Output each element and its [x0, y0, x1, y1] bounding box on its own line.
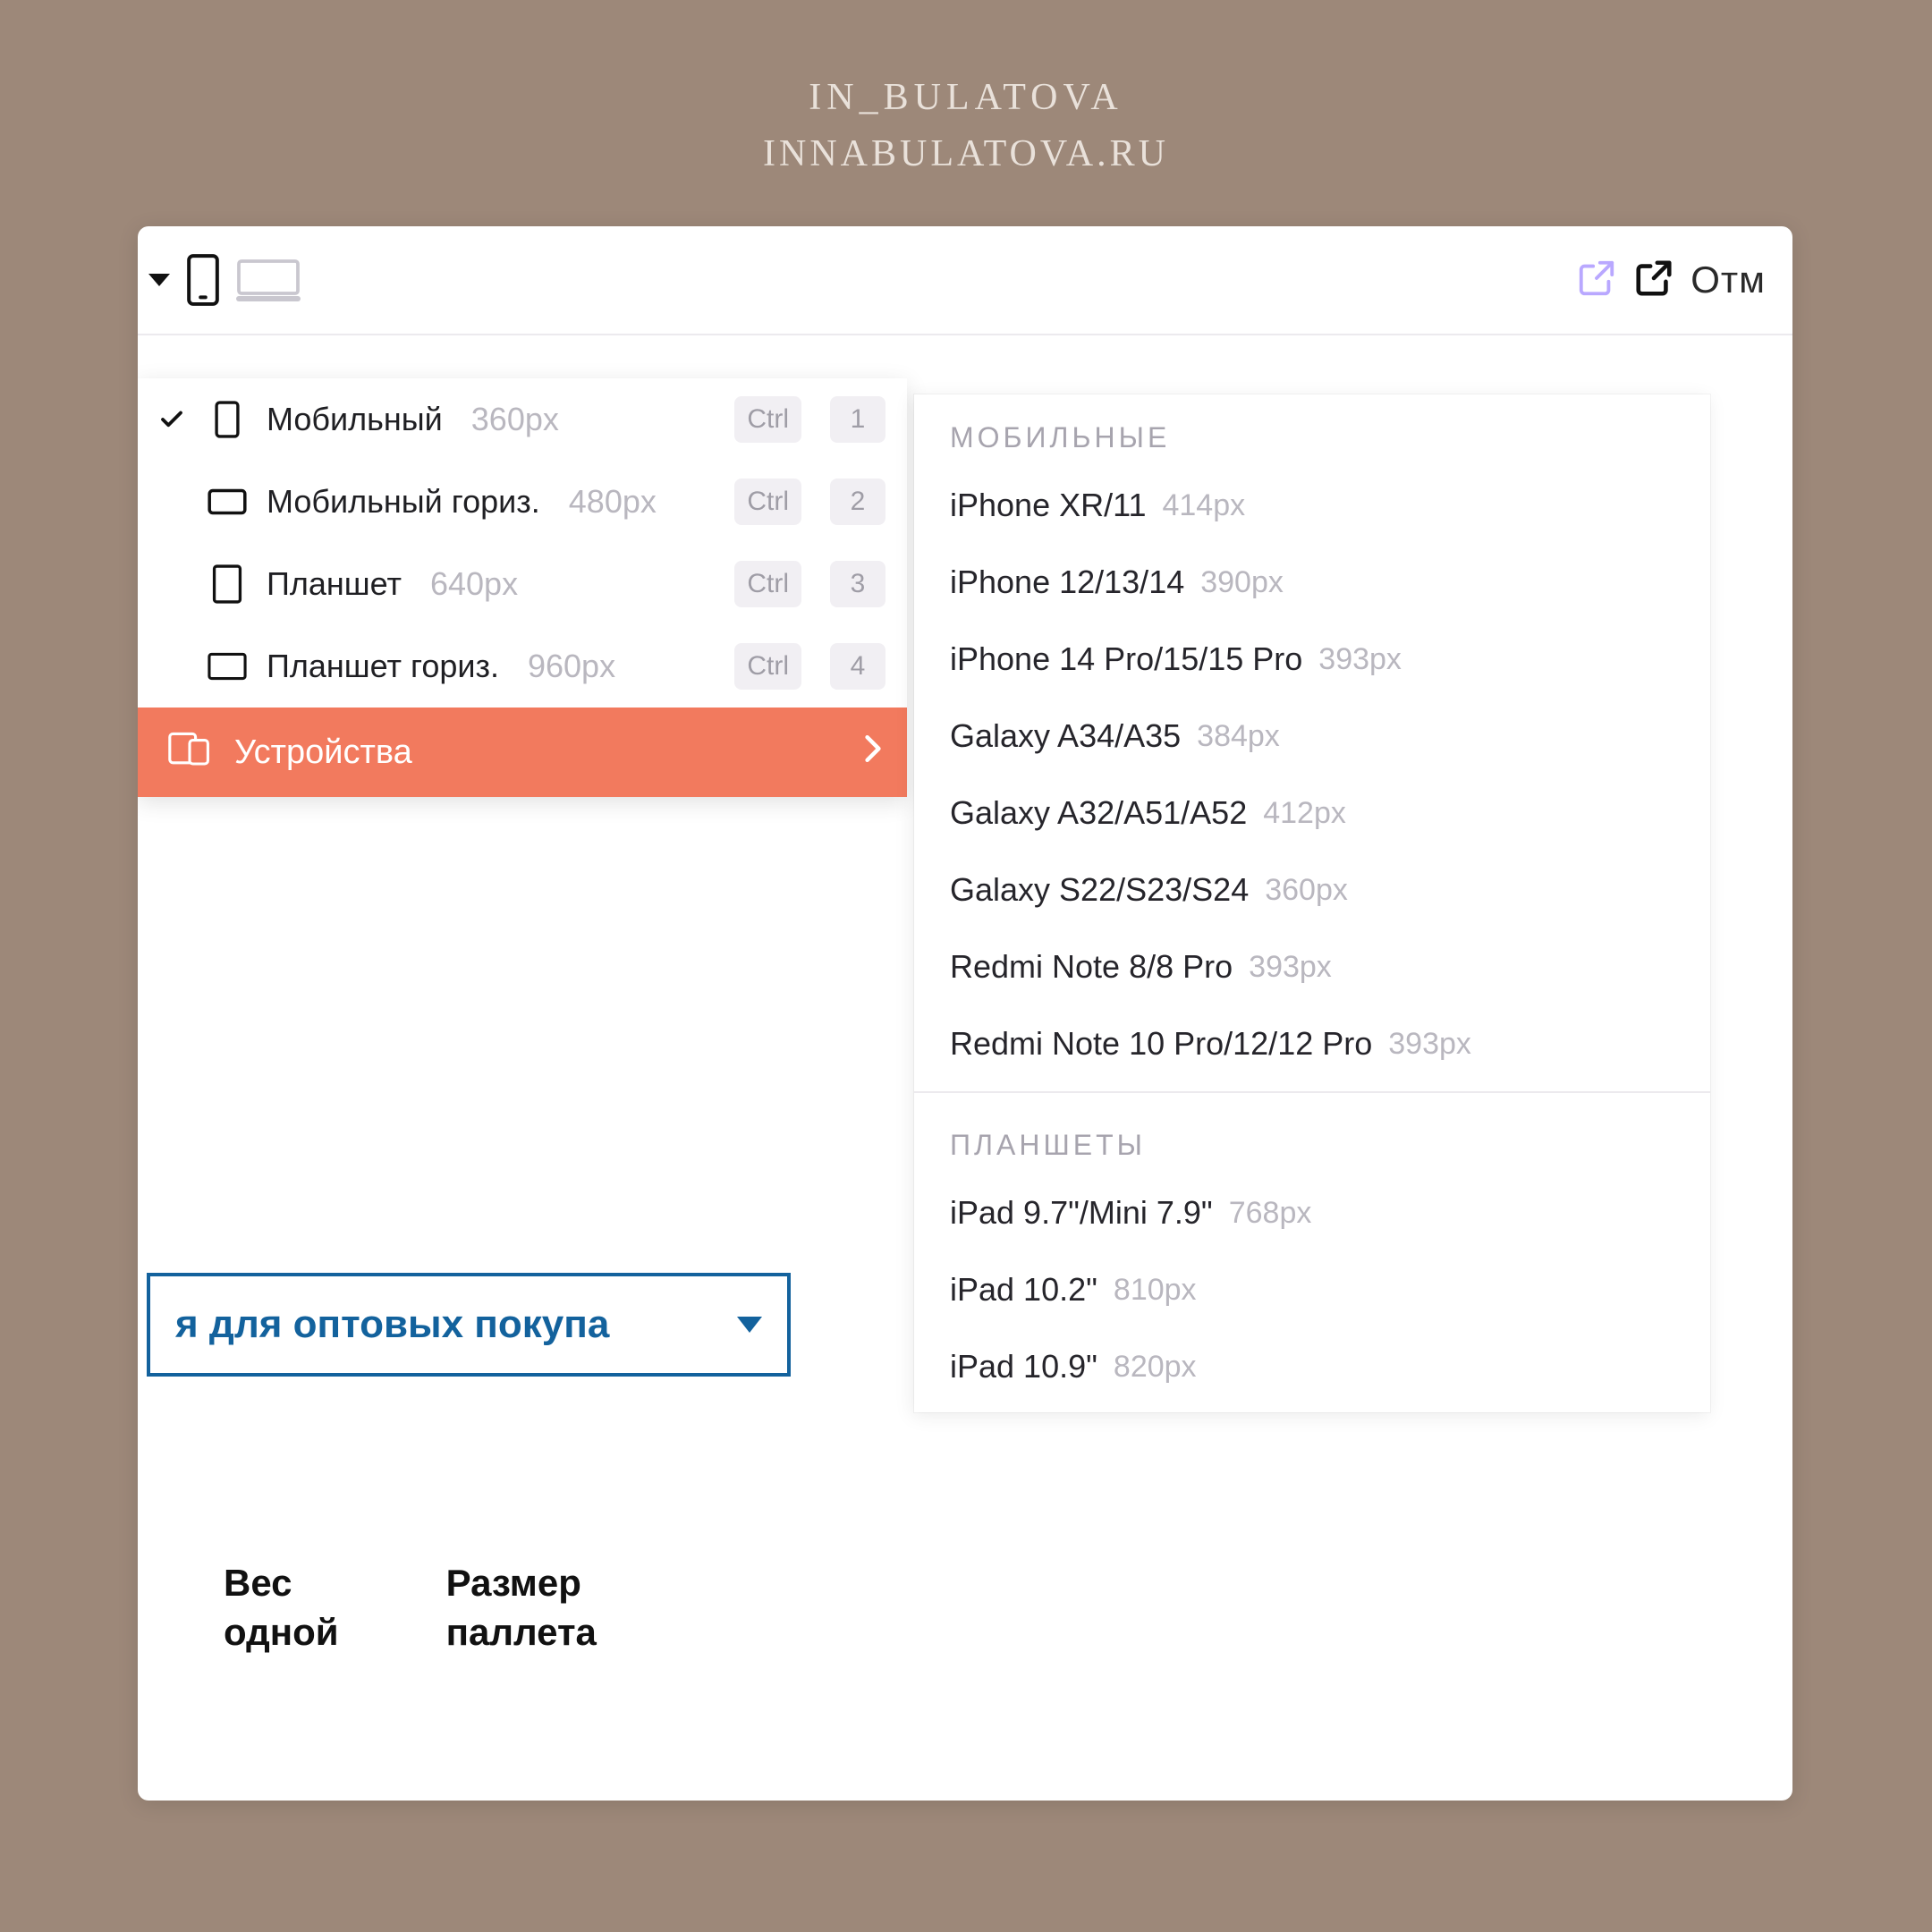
wholesale-select-label: я для оптовых покупа — [175, 1302, 609, 1347]
cancel-button[interactable]: Отм — [1690, 258, 1766, 301]
device-name: Galaxy S22/S23/S24 — [950, 871, 1249, 909]
wholesale-select[interactable]: я для оптовых покупа — [147, 1273, 791, 1377]
divider — [914, 1091, 1710, 1093]
device-name: iPad 9.7"/Mini 7.9" — [950, 1194, 1213, 1232]
kbd-ctrl: Ctrl — [734, 643, 801, 690]
device-name: Galaxy A34/A35 — [950, 717, 1181, 755]
device-item[interactable]: Galaxy A32/A51/A52 412px — [914, 775, 1710, 852]
device-px: 414px — [1162, 488, 1245, 523]
viewport-label: Мобильный гориз. — [267, 483, 540, 521]
device-px: 393px — [1318, 642, 1402, 677]
kbd-num: 1 — [830, 396, 886, 443]
editor-window: Отм я для оптовых покупа Вес одной Разме… — [138, 226, 1792, 1801]
device-item[interactable]: iPad 10.9" 820px — [914, 1328, 1710, 1405]
col2-a: Размер — [446, 1559, 597, 1608]
devices-submenu-item[interactable]: Устройства — [138, 708, 907, 797]
watermark-line-1: IN_BULATOVA — [0, 70, 1932, 126]
device-px: 390px — [1200, 565, 1284, 600]
device-name: iPhone XR/11 — [950, 487, 1146, 524]
viewport-label: Мобильный — [267, 401, 443, 438]
device-item[interactable]: Galaxy S22/S23/S24 360px — [914, 852, 1710, 928]
kbd-ctrl: Ctrl — [734, 479, 801, 525]
device-name: iPhone 12/13/14 — [950, 564, 1184, 601]
viewport-size: 360px — [471, 401, 559, 438]
watermark: IN_BULATOVA INNABULATOVA.RU — [0, 70, 1932, 182]
viewport-size: 640px — [430, 565, 518, 603]
device-item[interactable]: Redmi Note 10 Pro/12/12 Pro 393px — [914, 1005, 1710, 1082]
devices-label: Устройства — [234, 733, 412, 772]
chevron-down-icon — [737, 1317, 762, 1333]
device-px: 384px — [1197, 719, 1280, 754]
device-section-mobile: МОБИЛЬНЫЕ — [914, 394, 1710, 467]
device-name: iPad 10.9" — [950, 1348, 1097, 1385]
toolbar-left — [143, 254, 301, 306]
dropdown-caret-icon[interactable] — [148, 274, 170, 286]
viewport-option-mobile[interactable]: Мобильный 360px Ctrl 1 — [138, 378, 907, 461]
viewport-label: Планшет — [267, 565, 402, 603]
device-px: 412px — [1263, 796, 1346, 831]
device-name: iPhone 14 Pro/15/15 Pro — [950, 640, 1302, 678]
viewport-size: 480px — [569, 483, 657, 521]
device-item[interactable]: iPhone 12/13/14 390px — [914, 544, 1710, 621]
viewport-option-mobile-horizontal[interactable]: Мобильный гориз. 480px Ctrl 2 — [138, 461, 907, 543]
chevron-right-icon — [864, 733, 882, 772]
open-external-icon[interactable] — [1633, 258, 1674, 303]
device-px: 393px — [1249, 950, 1332, 985]
device-px: 393px — [1388, 1027, 1471, 1062]
device-item[interactable]: iPhone XR/11 414px — [914, 467, 1710, 544]
kbd-ctrl: Ctrl — [734, 561, 801, 607]
device-item[interactable]: iPhone 14 Pro/15/15 Pro 393px — [914, 621, 1710, 698]
viewport-size: 960px — [528, 648, 615, 685]
device-px: 820px — [1114, 1350, 1197, 1385]
kbd-num: 4 — [830, 643, 886, 690]
phone-portrait-icon — [208, 401, 247, 438]
device-px: 360px — [1265, 873, 1348, 908]
kbd-ctrl: Ctrl — [734, 396, 801, 443]
kbd-num: 2 — [830, 479, 886, 525]
viewport-option-tablet-horizontal[interactable]: Планшет гориз. 960px Ctrl 4 — [138, 625, 907, 708]
desktop-view-icon[interactable] — [236, 256, 301, 304]
device-name: Redmi Note 10 Pro/12/12 Pro — [950, 1025, 1372, 1063]
viewport-menu: Мобильный 360px Ctrl 1 Мобильный гориз. … — [138, 378, 907, 797]
devices-icon — [168, 730, 211, 775]
table-headers: Вес одной Размер паллета — [224, 1559, 597, 1657]
device-item[interactable]: iPad 10.2" 810px — [914, 1251, 1710, 1328]
col2-b: паллета — [446, 1608, 597, 1657]
tablet-portrait-icon — [208, 564, 247, 604]
toolbar: Отм — [138, 226, 1792, 335]
mobile-view-icon[interactable] — [186, 254, 220, 306]
viewport-option-tablet[interactable]: Планшет 640px Ctrl 3 — [138, 543, 907, 625]
watermark-line-2: INNABULATOVA.RU — [0, 126, 1932, 182]
device-section-tablet: ПЛАНШЕТЫ — [914, 1102, 1710, 1174]
device-panel: МОБИЛЬНЫЕ iPhone XR/11 414px iPhone 12/1… — [914, 394, 1710, 1412]
device-px: 810px — [1114, 1273, 1197, 1308]
device-name: iPad 10.2" — [950, 1271, 1097, 1309]
open-external-light-icon[interactable] — [1576, 258, 1617, 303]
col1-b: одной — [224, 1608, 339, 1657]
device-name: Galaxy A32/A51/A52 — [950, 794, 1247, 832]
viewport-label: Планшет гориз. — [267, 648, 499, 685]
kbd-num: 3 — [830, 561, 886, 607]
tablet-landscape-icon — [208, 651, 247, 682]
device-name: Redmi Note 8/8 Pro — [950, 948, 1233, 986]
device-item[interactable]: Galaxy A34/A35 384px — [914, 698, 1710, 775]
device-item[interactable]: Redmi Note 8/8 Pro 393px — [914, 928, 1710, 1005]
phone-landscape-icon — [208, 488, 247, 515]
device-px: 768px — [1229, 1196, 1312, 1231]
device-item[interactable]: iPad 9.7"/Mini 7.9" 768px — [914, 1174, 1710, 1251]
check-icon — [156, 406, 188, 433]
col1-a: Вес — [224, 1559, 339, 1608]
